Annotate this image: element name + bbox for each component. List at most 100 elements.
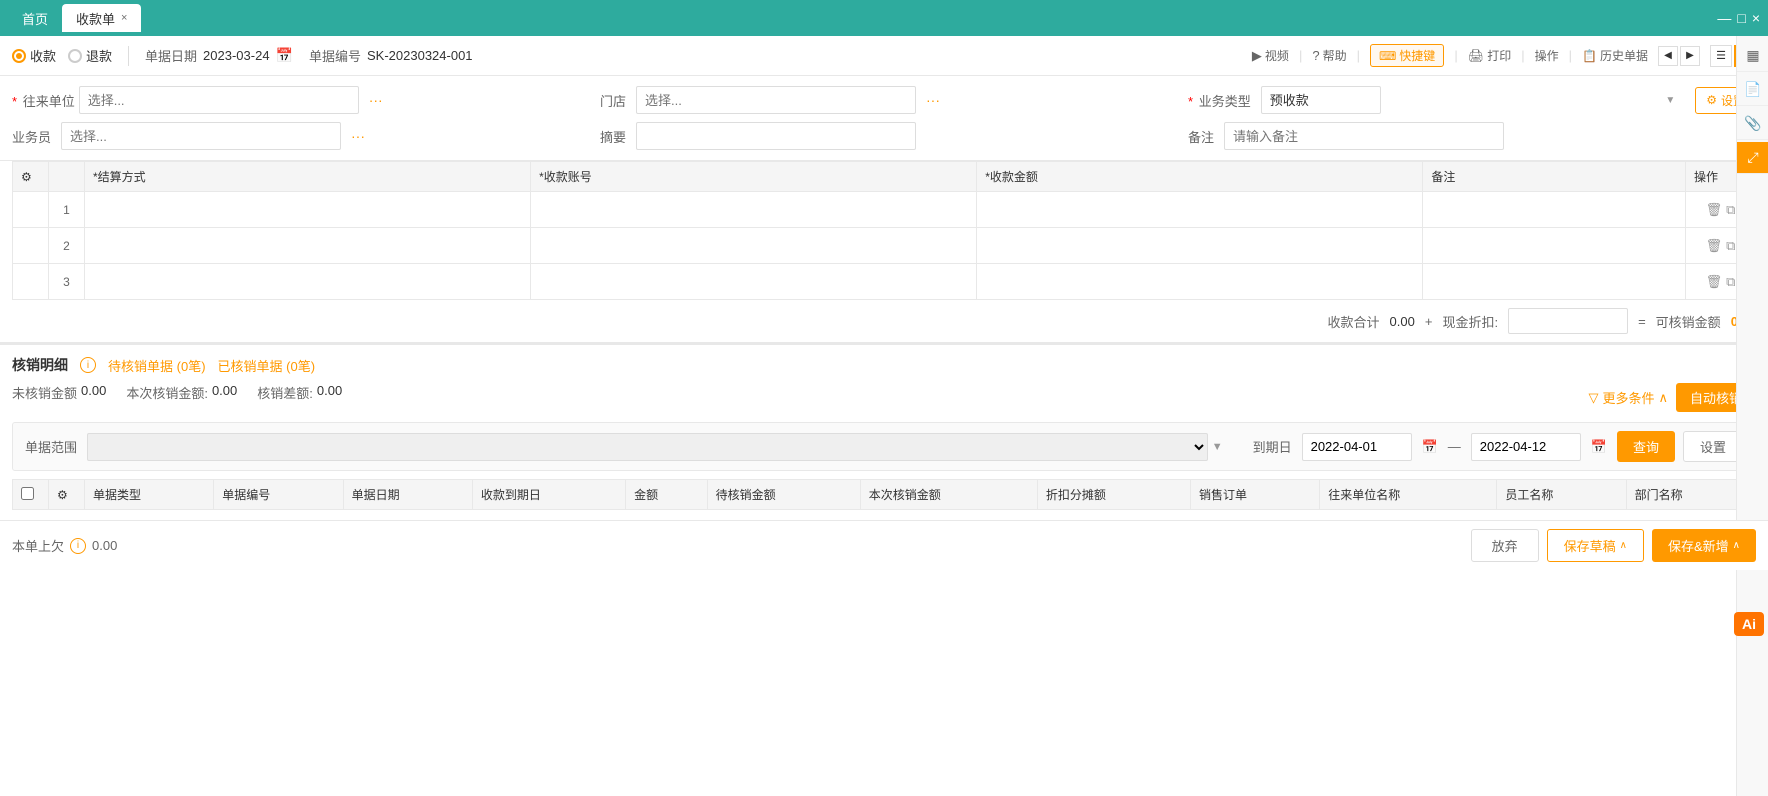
td-amount-2[interactable]: [977, 228, 1423, 264]
type-select[interactable]: 预收款: [1261, 86, 1381, 114]
td-remark-3[interactable]: [1423, 264, 1686, 300]
total-label: 收款合计: [1328, 312, 1380, 331]
staff-more-btn[interactable]: ···: [345, 128, 371, 144]
copy-row-1[interactable]: ⧉: [1726, 202, 1735, 218]
shortcut-icon: ⌨: [1379, 49, 1396, 63]
table-row: 1 🗑 ⧉: [13, 192, 1756, 228]
td-account-2[interactable]: [531, 228, 977, 264]
prev-arrow[interactable]: ◀: [1658, 46, 1678, 66]
th-doc-date: 单据日期: [343, 480, 472, 510]
summary-field: 摘要: [600, 122, 1168, 150]
ai-badge[interactable]: Ai: [1734, 612, 1764, 636]
bottom-info-icon[interactable]: i: [70, 538, 86, 554]
copy-row-2[interactable]: ⧉: [1726, 238, 1735, 254]
th-settings-v[interactable]: ⚙: [49, 480, 85, 510]
party-input[interactable]: [79, 86, 359, 114]
sidebar-doc-btn[interactable]: 📄: [1737, 74, 1768, 106]
discard-btn[interactable]: 放弃: [1471, 529, 1539, 562]
delete-row-2[interactable]: 🗑: [1706, 238, 1723, 254]
th-amount: 金额: [626, 480, 708, 510]
delete-row-1[interactable]: 🗑: [1706, 202, 1723, 218]
radio-refund[interactable]: 退款: [68, 46, 112, 65]
remark-input[interactable]: [1224, 122, 1504, 150]
more-conditions-label: 更多条件: [1602, 388, 1654, 407]
pending-label: 待核销单据: [108, 359, 173, 374]
radio-receive[interactable]: 收款: [12, 46, 56, 65]
filter-settings-btn[interactable]: 设置: [1683, 431, 1743, 462]
td-num-3: 3: [49, 264, 85, 300]
window-min-btn[interactable]: —: [1717, 10, 1731, 26]
staff-input[interactable]: [61, 122, 341, 150]
calendar-icon-start[interactable]: 📅: [1422, 439, 1438, 455]
current-amount-value: 0.00: [212, 383, 237, 412]
th-discount-share: 折扣分摊额: [1037, 480, 1190, 510]
store-input[interactable]: [636, 86, 916, 114]
filter-actions: ▽ 更多条件 ∧ 自动核销: [1588, 383, 1756, 412]
range-select[interactable]: [87, 433, 1208, 461]
meta-info: 单据日期 2023-03-24 📅 单据编号 SK-20230324-001: [145, 46, 1236, 65]
staff-label-text: 业务员: [12, 130, 51, 145]
td-payment-1[interactable]: [85, 192, 531, 228]
shortcut-btn[interactable]: ⌨ 快捷键: [1370, 44, 1444, 67]
verified-count: 0笔: [291, 359, 311, 374]
due-date-end[interactable]: [1471, 433, 1581, 461]
next-arrow[interactable]: ▶: [1680, 46, 1700, 66]
discount-input[interactable]: [1508, 308, 1628, 334]
print-label: 打印: [1487, 47, 1511, 64]
calendar-icon[interactable]: 📅: [276, 47, 293, 64]
staff-label: 业务员: [12, 127, 51, 146]
tab-receipt-label: 收款单: [76, 9, 115, 28]
nav-arrows: ◀ ▶: [1658, 46, 1700, 66]
video-link[interactable]: ▶ 视频: [1252, 47, 1289, 64]
calendar-icon-end[interactable]: 📅: [1591, 439, 1607, 455]
window-controls: — □ ×: [1717, 10, 1760, 26]
save-new-btn[interactable]: 保存&新增 ∧: [1652, 529, 1756, 562]
sidebar-attach-btn[interactable]: 📎: [1737, 108, 1768, 140]
party-more-btn[interactable]: ···: [363, 92, 389, 108]
save-draft-btn[interactable]: 保存草稿 ∧: [1547, 529, 1644, 562]
select-all-checkbox[interactable]: [21, 487, 34, 500]
due-date-start[interactable]: [1302, 433, 1412, 461]
pending-tab[interactable]: 待核销单据 (0笔): [108, 356, 206, 375]
type-required: *: [1188, 94, 1193, 109]
td-payment-2[interactable]: [85, 228, 531, 264]
window-max-btn[interactable]: □: [1737, 10, 1745, 26]
party-field: * 往来单位 ···: [12, 86, 580, 114]
td-payment-3[interactable]: [85, 264, 531, 300]
filter-icon: ▽: [1588, 390, 1598, 406]
right-sidebar: ▦ 📄 📎 ⤢: [1736, 36, 1768, 796]
td-account-3[interactable]: [531, 264, 977, 300]
store-more-btn[interactable]: ···: [920, 92, 946, 108]
sidebar-table-btn[interactable]: ▦: [1737, 40, 1768, 72]
tab-receipt[interactable]: 收款单 ×: [62, 4, 141, 32]
tab-close-icon[interactable]: ×: [121, 12, 127, 24]
verify-info-icon[interactable]: i: [80, 357, 96, 373]
party-label-text: 往来单位: [23, 94, 75, 109]
more-conditions-link[interactable]: ▽ 更多条件 ∧: [1588, 388, 1668, 407]
delete-row-3[interactable]: 🗑: [1706, 274, 1723, 290]
td-amount-3[interactable]: [977, 264, 1423, 300]
operate-link[interactable]: 操作: [1535, 47, 1559, 64]
print-link[interactable]: 🖨 打印: [1468, 47, 1512, 64]
verified-tab[interactable]: 已核销单据 (0笔): [218, 356, 316, 375]
history-link[interactable]: 📋 历史单据: [1582, 47, 1648, 64]
sep-2: |: [1357, 48, 1360, 63]
window-close-btn[interactable]: ×: [1752, 10, 1760, 26]
operate-label: 操作: [1535, 47, 1559, 64]
td-account-1[interactable]: [531, 192, 977, 228]
sidebar-expand-btn[interactable]: ⤢: [1737, 142, 1768, 174]
equals-sign: =: [1638, 314, 1646, 329]
receipt-table: ⚙ *结算方式 *收款账号 *收款金额 备注 操作 1: [12, 161, 1756, 300]
th-sales-order: 销售订单: [1191, 480, 1320, 510]
copy-row-3[interactable]: ⧉: [1726, 274, 1735, 290]
query-btn[interactable]: 查询: [1617, 431, 1675, 462]
td-remark-1[interactable]: [1423, 192, 1686, 228]
tab-home[interactable]: 首页: [8, 4, 62, 32]
th-settings[interactable]: ⚙: [13, 162, 49, 192]
help-link[interactable]: ? 帮助: [1312, 47, 1346, 64]
list-view-icon[interactable]: ☰: [1710, 45, 1732, 67]
td-remark-2[interactable]: [1423, 228, 1686, 264]
bottom-bar: 本单上欠 i 0.00 放弃 保存草稿 ∧ 保存&新增 ∧: [0, 520, 1768, 570]
summary-input[interactable]: [636, 122, 916, 150]
td-amount-1[interactable]: [977, 192, 1423, 228]
